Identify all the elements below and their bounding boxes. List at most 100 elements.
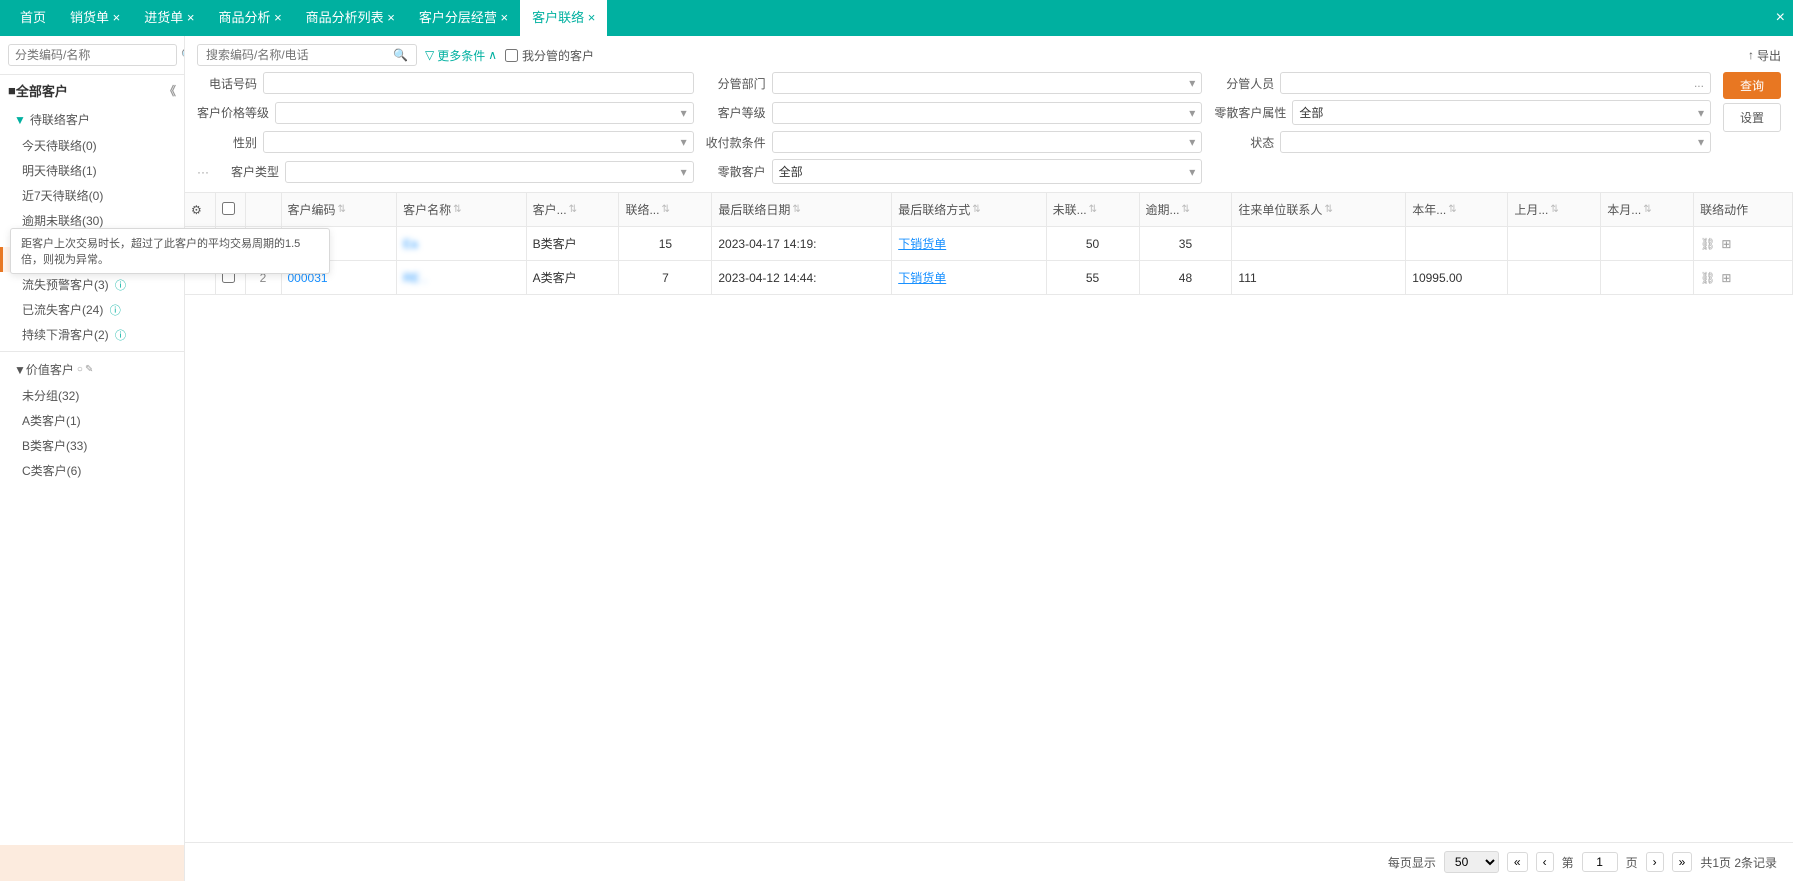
dept-select[interactable]: ▾ (772, 72, 1203, 94)
sidebar-item-tomorrow[interactable]: 明天待联络(1) (0, 158, 184, 183)
sidebar-scroll-area: ■ 全部客户 《 ▼ 待联络客户 今天待联络(0) 明天待联络(1) 近7天待联… (0, 75, 184, 845)
table-row: 2 000031 RE . A类客户 7 2023-04-12 14:44: 下… (185, 261, 1793, 295)
row-overdue-0: 35 (1139, 227, 1232, 261)
dept-select-caret: ▾ (1189, 76, 1195, 90)
search-icon[interactable]: 🔍 (393, 48, 408, 62)
sidebar-item-class-b[interactable]: B类客户(33) (0, 433, 184, 458)
query-button[interactable]: 查询 (1723, 72, 1781, 99)
total-records-label: 共1页 2条记录 (1700, 854, 1777, 871)
more-icon[interactable]: ··· (197, 165, 209, 179)
manager-select[interactable]: ... (1280, 72, 1711, 94)
th-checkbox (215, 193, 245, 227)
row-link-icon-1[interactable]: ⛓ (1700, 271, 1715, 285)
sidebar-item-week[interactable]: 近7天待联络(0) (0, 183, 184, 208)
value-group-circle-icon[interactable]: ○ (77, 364, 83, 375)
customer-type-select[interactable]: ▾ (285, 161, 694, 183)
uncontact-sort-icon[interactable]: ⇅ (1089, 204, 1097, 215)
row-qr-icon-0[interactable]: ⊞ (1721, 237, 1731, 251)
last-type-sort-icon[interactable]: ⇅ (972, 204, 980, 215)
last-page-button[interactable]: » (1672, 852, 1693, 872)
nav-home[interactable]: 首页 (8, 0, 58, 36)
filter-row1: 🔍 ▽ 更多条件 ∧ 我分管的客户 ↑ 导出 (197, 44, 1781, 66)
th-code: 客户编码 ⇅ (281, 193, 397, 227)
customer-grade-select[interactable]: ▾ (772, 102, 1203, 124)
status-select[interactable]: ▾ (1280, 131, 1711, 153)
adv-filter-row4: ··· 客户类型 ▾ 零散客户 全部 ▾ (197, 159, 1711, 184)
nav-sales[interactable]: 销货单 × (58, 0, 132, 36)
last-month-sort-icon[interactable]: ⇅ (1550, 204, 1558, 215)
page-input[interactable] (1582, 852, 1618, 872)
row-link-icon-0[interactable]: ⛓ (1700, 237, 1715, 251)
phone-input[interactable] (263, 72, 694, 94)
row-name-0[interactable]: Ea (397, 227, 526, 261)
search-input-wrap: 🔍 (197, 44, 417, 66)
th-contact-count: 联络... ⇅ (619, 193, 712, 227)
export-icon: ↑ (1748, 48, 1754, 62)
nav-purchase[interactable]: 进货单 × (132, 0, 206, 36)
overdue-sort-icon[interactable]: ⇅ (1182, 204, 1190, 215)
sidebar-item-class-a[interactable]: A类客户(1) (0, 408, 184, 433)
customer-type-caret: ▾ (681, 165, 687, 179)
this-year-sort-icon[interactable]: ⇅ (1448, 204, 1456, 215)
sidebar-search-input[interactable] (8, 44, 177, 66)
row-last-type-1[interactable]: 下销货单 (892, 261, 1046, 295)
price-grade-select[interactable]: ▾ (275, 102, 694, 124)
export-button[interactable]: ↑ 导出 (1748, 47, 1781, 64)
page-label: 第 (1562, 854, 1574, 871)
sidebar-value-customers: ▼ 价值客户 ○ ✎ (0, 356, 184, 383)
tooltip-text: 距客户上次交易时长，超过了此客户的平均交易周期的1.5倍，则视为异常。 (21, 238, 300, 266)
search-input[interactable] (206, 48, 393, 62)
nav-product-analysis-list[interactable]: 商品分析列表 × (294, 0, 407, 36)
first-page-button[interactable]: « (1507, 852, 1528, 872)
more-filter-button[interactable]: ▽ 更多条件 ∧ (425, 47, 497, 64)
continuous-down-info-icon[interactable]: ⓘ (115, 330, 126, 342)
settings-button[interactable]: 设置 (1723, 103, 1781, 132)
window-close-button[interactable]: × (1776, 9, 1785, 27)
sidebar-collapse-icon[interactable]: 《 (164, 82, 176, 99)
sidebar-all-customers[interactable]: ■ 全部客户 《 (0, 75, 184, 106)
sidebar-item-already-lost[interactable]: 已流失客户(24) ⓘ (0, 297, 184, 322)
this-month-sort-icon[interactable]: ⇅ (1643, 204, 1651, 215)
row-name-1[interactable]: RE . (397, 261, 526, 295)
select-all-checkbox[interactable] (222, 202, 235, 215)
sidebar-item-continuous-down[interactable]: 持续下滑客户(2) ⓘ (0, 322, 184, 347)
manager-ellipsis-icon[interactable]: ... (1694, 76, 1704, 90)
lost-preview-info-icon[interactable]: ⓘ (115, 280, 126, 292)
nav-customer-segment[interactable]: 客户分层经营 × (407, 0, 520, 36)
nav-product-analysis[interactable]: 商品分析 × (206, 0, 293, 36)
filter-customer-type: ··· 客户类型 ▾ (197, 159, 694, 184)
sidebar-divider (0, 351, 184, 352)
already-lost-info-icon[interactable]: ⓘ (110, 305, 121, 317)
value-triangle-icon: ▼ (14, 363, 26, 377)
row-last-type-0[interactable]: 下销货单 (892, 227, 1046, 261)
nav-customer-contact[interactable]: 客户联络 × (520, 0, 607, 36)
type-sort-icon[interactable]: ⇅ (569, 204, 577, 215)
payment-caret: ▾ (1189, 135, 1195, 149)
row-qr-icon-1[interactable]: ⊞ (1721, 271, 1731, 285)
filter-bar: 🔍 ▽ 更多条件 ∧ 我分管的客户 ↑ 导出 (185, 36, 1793, 193)
sidebar-item-lost-preview[interactable]: 流失预警客户(3) ⓘ (0, 272, 184, 297)
prev-page-button[interactable]: ‹ (1536, 852, 1554, 872)
my-customer-checkbox[interactable] (505, 49, 518, 62)
contact-count-sort-icon[interactable]: ⇅ (661, 204, 669, 215)
next-page-button[interactable]: › (1646, 852, 1664, 872)
gender-select[interactable]: ▾ (263, 131, 694, 153)
name-sort-icon[interactable]: ⇅ (453, 204, 461, 215)
unit-contact-sort-icon[interactable]: ⇅ (1324, 204, 1332, 215)
value-group-edit-icon[interactable]: ✎ (85, 364, 93, 375)
code-sort-icon[interactable]: ⇅ (338, 204, 346, 215)
row-actions-1: ⛓ ⊞ (1694, 261, 1793, 295)
sidebar-item-ungrouped[interactable]: 未分组(32) (0, 383, 184, 408)
retail-attr-select[interactable]: 全部 ▾ (1292, 100, 1711, 125)
sidebar-item-class-c[interactable]: C类客户(6) (0, 458, 184, 483)
payment-select[interactable]: ▾ (772, 131, 1203, 153)
last-date-sort-icon[interactable]: ⇅ (792, 204, 800, 215)
filter-retail-attr: 零散客户属性 全部 ▾ (1214, 100, 1711, 125)
th-last-contact-type: 最后联络方式 ⇅ (892, 193, 1046, 227)
th-type: 客户... ⇅ (526, 193, 619, 227)
retail-customer-select[interactable]: 全部 ▾ (772, 159, 1203, 184)
sidebar-group-pending[interactable]: ▼ 待联络客户 (0, 106, 184, 133)
sidebar-item-today[interactable]: 今天待联络(0) (0, 133, 184, 158)
page-size-select[interactable]: 50 100 200 (1444, 851, 1499, 873)
settings-icon[interactable]: ⚙ (191, 203, 202, 217)
